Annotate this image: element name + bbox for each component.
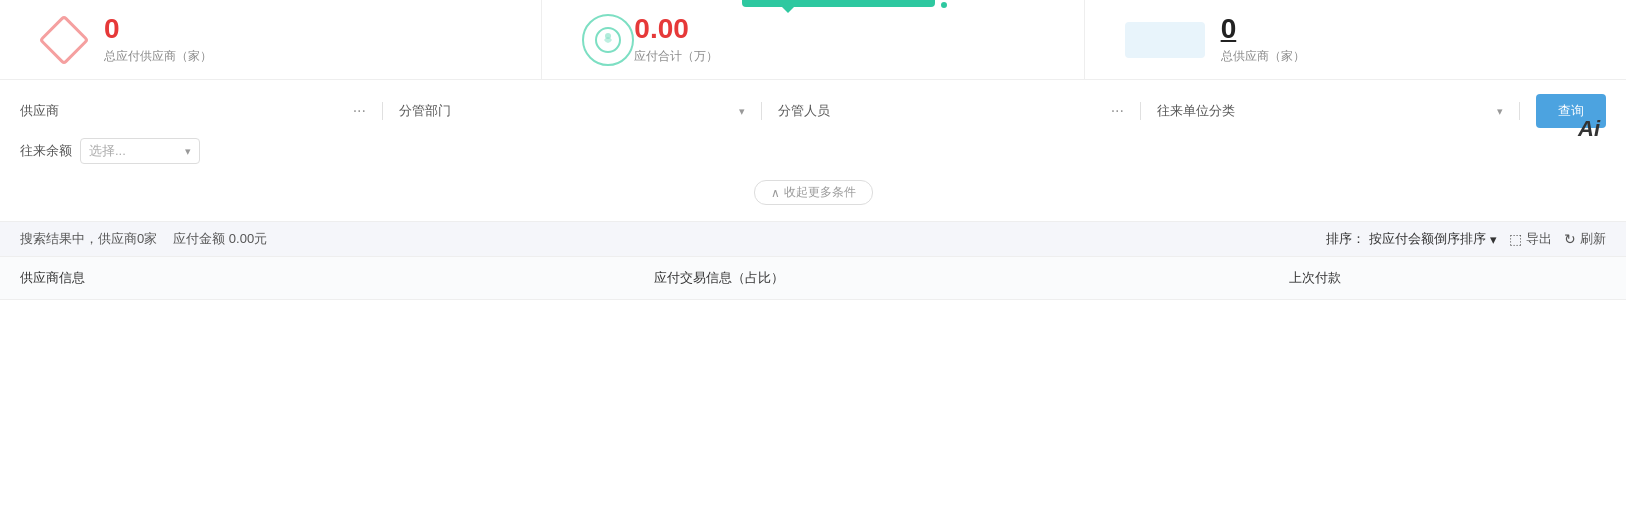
stat-number-all-supplier: 0	[1221, 14, 1305, 45]
table-section: 供应商信息 应付交易信息（占比） 上次付款	[0, 257, 1626, 515]
stat-block-total-payable: 快速录单的快捷键说明在这里 × 0.00 应付合计（万）	[542, 0, 1084, 79]
filter-item-dept: 分管部门 ▾	[383, 102, 762, 120]
stat-label-supplier-count: 总应付供应商（家）	[104, 48, 212, 65]
manager-label: 分管人员	[778, 102, 830, 120]
diamond-shape	[39, 14, 90, 65]
unit-class-label: 往来单位分类	[1157, 102, 1235, 120]
sort-label: 排序：	[1326, 230, 1365, 248]
sort-selector[interactable]: 排序： 按应付会额倒序排序 ▾	[1326, 230, 1497, 248]
tooltip-dot	[939, 0, 949, 10]
filter-row-2: 往来余额 选择... ▾	[20, 138, 1606, 164]
dept-arrow-icon[interactable]: ▾	[739, 105, 745, 118]
supplier-dots-icon[interactable]: ···	[353, 102, 366, 120]
col-header-supplier-info: 供应商信息	[20, 269, 654, 287]
collapse-bar: ∧ 收起更多条件	[20, 172, 1606, 217]
placeholder-graphic	[1125, 22, 1205, 58]
balance-select[interactable]: 选择... ▾	[80, 138, 200, 164]
refresh-label: 刷新	[1580, 230, 1606, 248]
tooltip-bubble: 快速录单的快捷键说明在这里 ×	[742, 0, 935, 7]
result-bar-right: 排序： 按应付会额倒序排序 ▾ ⬚ 导出 ↻ 刷新	[1326, 230, 1606, 248]
circle-icon	[582, 14, 634, 66]
diamond-icon	[40, 16, 88, 64]
supplier-input[interactable]	[67, 104, 349, 119]
collapse-button[interactable]: ∧ 收起更多条件	[754, 180, 873, 205]
table-body	[0, 300, 1626, 515]
stat-label-total-payable: 应付合计（万）	[634, 48, 718, 65]
svg-point-1	[605, 33, 611, 39]
unit-class-arrow-icon[interactable]: ▾	[1497, 105, 1503, 118]
dept-input[interactable]	[459, 104, 735, 119]
tooltip-text: 快速录单的快捷键说明在这里	[754, 0, 910, 3]
refresh-icon: ↻	[1564, 231, 1576, 247]
manager-input[interactable]	[838, 104, 1107, 119]
supplier-label: 供应商	[20, 102, 59, 120]
manager-dots-icon[interactable]: ···	[1111, 102, 1124, 120]
stat-info-total-payable: 0.00 应付合计（万）	[634, 14, 718, 66]
stat-block-all-supplier: 0 总供应商（家）	[1085, 0, 1626, 79]
col-header-last-payment: 上次付款	[1289, 269, 1606, 287]
filter-item-supplier: 供应商 ···	[20, 102, 383, 120]
balance-arrow-icon: ▾	[185, 145, 191, 158]
sort-value: 按应付会额倒序排序	[1369, 230, 1486, 248]
result-bar-left: 搜索结果中，供应商0家 应付金额 0.00元	[20, 230, 267, 248]
stats-bar: 0 总应付供应商（家） 快速录单的快捷键说明在这里 × 0.00 应付合计（万）…	[0, 0, 1626, 80]
collapse-arrow-icon: ∧	[771, 186, 780, 200]
stat-block-supplier-count: 0 总应付供应商（家）	[0, 0, 542, 79]
tooltip-close-icon[interactable]: ×	[916, 0, 923, 2]
export-label: 导出	[1526, 230, 1552, 248]
export-button[interactable]: ⬚ 导出	[1509, 230, 1552, 248]
stat-info-supplier-count: 0 总应付供应商（家）	[104, 14, 212, 66]
sort-arrow-icon: ▾	[1490, 232, 1497, 247]
amount-text: 应付金额 0.00元	[173, 230, 267, 248]
filter-row-1: 供应商 ··· 分管部门 ▾ 分管人员 ··· 往来单位分类 ▾ 查询	[20, 94, 1606, 128]
stat-label-all-supplier: 总供应商（家）	[1221, 48, 1305, 65]
table-header: 供应商信息 应付交易信息（占比） 上次付款	[0, 257, 1626, 300]
ai-label: Ai	[1578, 116, 1600, 142]
filter-item-balance: 往来余额 选择... ▾	[20, 138, 216, 164]
filter-item-manager: 分管人员 ···	[762, 102, 1141, 120]
unit-class-input[interactable]	[1243, 104, 1493, 119]
balance-placeholder: 选择...	[89, 142, 126, 160]
filter-section: 供应商 ··· 分管部门 ▾ 分管人员 ··· 往来单位分类 ▾ 查询 往来余额…	[0, 80, 1626, 222]
stat-number-supplier-count: 0	[104, 14, 212, 45]
balance-label: 往来余额	[20, 142, 72, 160]
export-icon: ⬚	[1509, 231, 1522, 247]
collapse-label: 收起更多条件	[784, 184, 856, 201]
dept-label: 分管部门	[399, 102, 451, 120]
stat-info-all-supplier: 0 总供应商（家）	[1221, 14, 1305, 66]
refresh-button[interactable]: ↻ 刷新	[1564, 230, 1606, 248]
col-header-transaction: 应付交易信息（占比）	[654, 269, 1288, 287]
result-bar: 搜索结果中，供应商0家 应付金额 0.00元 排序： 按应付会额倒序排序 ▾ ⬚…	[0, 222, 1626, 257]
search-result-text: 搜索结果中，供应商0家	[20, 230, 157, 248]
stat-number-total-payable: 0.00	[634, 14, 718, 45]
filter-item-unit-class: 往来单位分类 ▾	[1141, 102, 1520, 120]
